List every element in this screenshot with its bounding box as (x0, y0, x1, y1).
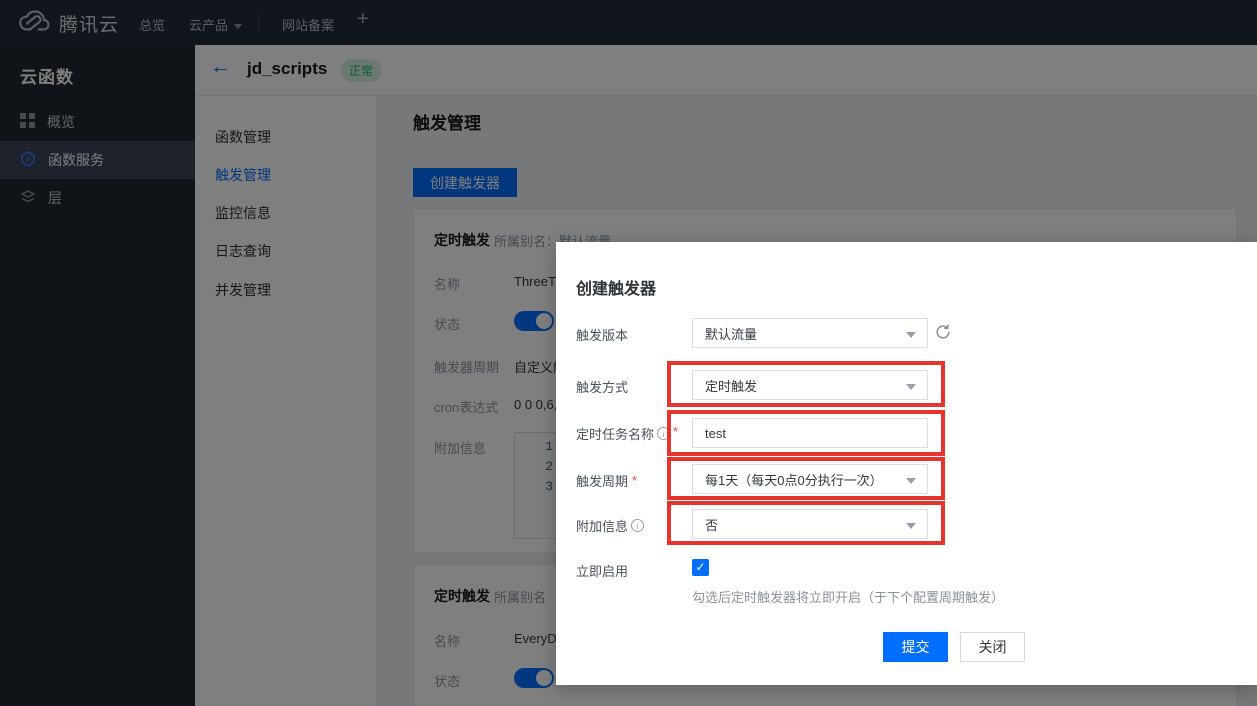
chevron-down-icon (906, 332, 916, 338)
method-select[interactable]: 定时触发 (692, 370, 928, 400)
chevron-down-icon (906, 523, 916, 529)
info-icon: i (657, 427, 670, 440)
extra-info-select-value: 否 (705, 515, 718, 534)
extra-info-label: 附加信息i (576, 516, 644, 535)
task-name-input[interactable] (692, 418, 928, 448)
dialog-title: 创建触发器 (576, 275, 656, 299)
enable-now-label: 立即启用 (576, 561, 628, 580)
submit-button[interactable]: 提交 (883, 632, 948, 662)
extra-info-select[interactable]: 否 (692, 509, 928, 539)
required-asterisk: * (673, 424, 678, 439)
version-label: 触发版本 (576, 325, 628, 344)
close-button[interactable]: 关闭 (960, 632, 1025, 662)
refresh-icon[interactable] (934, 323, 952, 346)
enable-now-help-text: 勾选后定时触发器将立即开启（于下个配置周期触发） (692, 587, 1004, 606)
cycle-select[interactable]: 每1天（每天0点0分执行一次） (692, 464, 928, 494)
cycle-label: 触发周期* (576, 471, 637, 490)
version-select[interactable]: 默认流量 (692, 318, 928, 348)
method-label: 触发方式 (576, 377, 628, 396)
method-select-value: 定时触发 (705, 376, 757, 395)
chevron-down-icon (906, 384, 916, 390)
version-select-value: 默认流量 (705, 324, 757, 343)
create-trigger-dialog: 创建触发器 触发版本 默认流量 触发方式 定时触发 定时任务名称i * 触发周期… (556, 242, 1257, 685)
cycle-select-value: 每1天（每天0点0分执行一次） (705, 470, 883, 489)
info-icon: i (631, 519, 644, 532)
enable-now-checkbox-checked[interactable]: ✓ (692, 559, 709, 576)
chevron-down-icon (906, 478, 916, 484)
task-name-label: 定时任务名称i (576, 424, 670, 443)
required-asterisk: * (632, 473, 637, 488)
app-window: 腾讯云 总览 云产品 网站备案 + 云函数 概览 函数服务 层 (0, 0, 1257, 706)
